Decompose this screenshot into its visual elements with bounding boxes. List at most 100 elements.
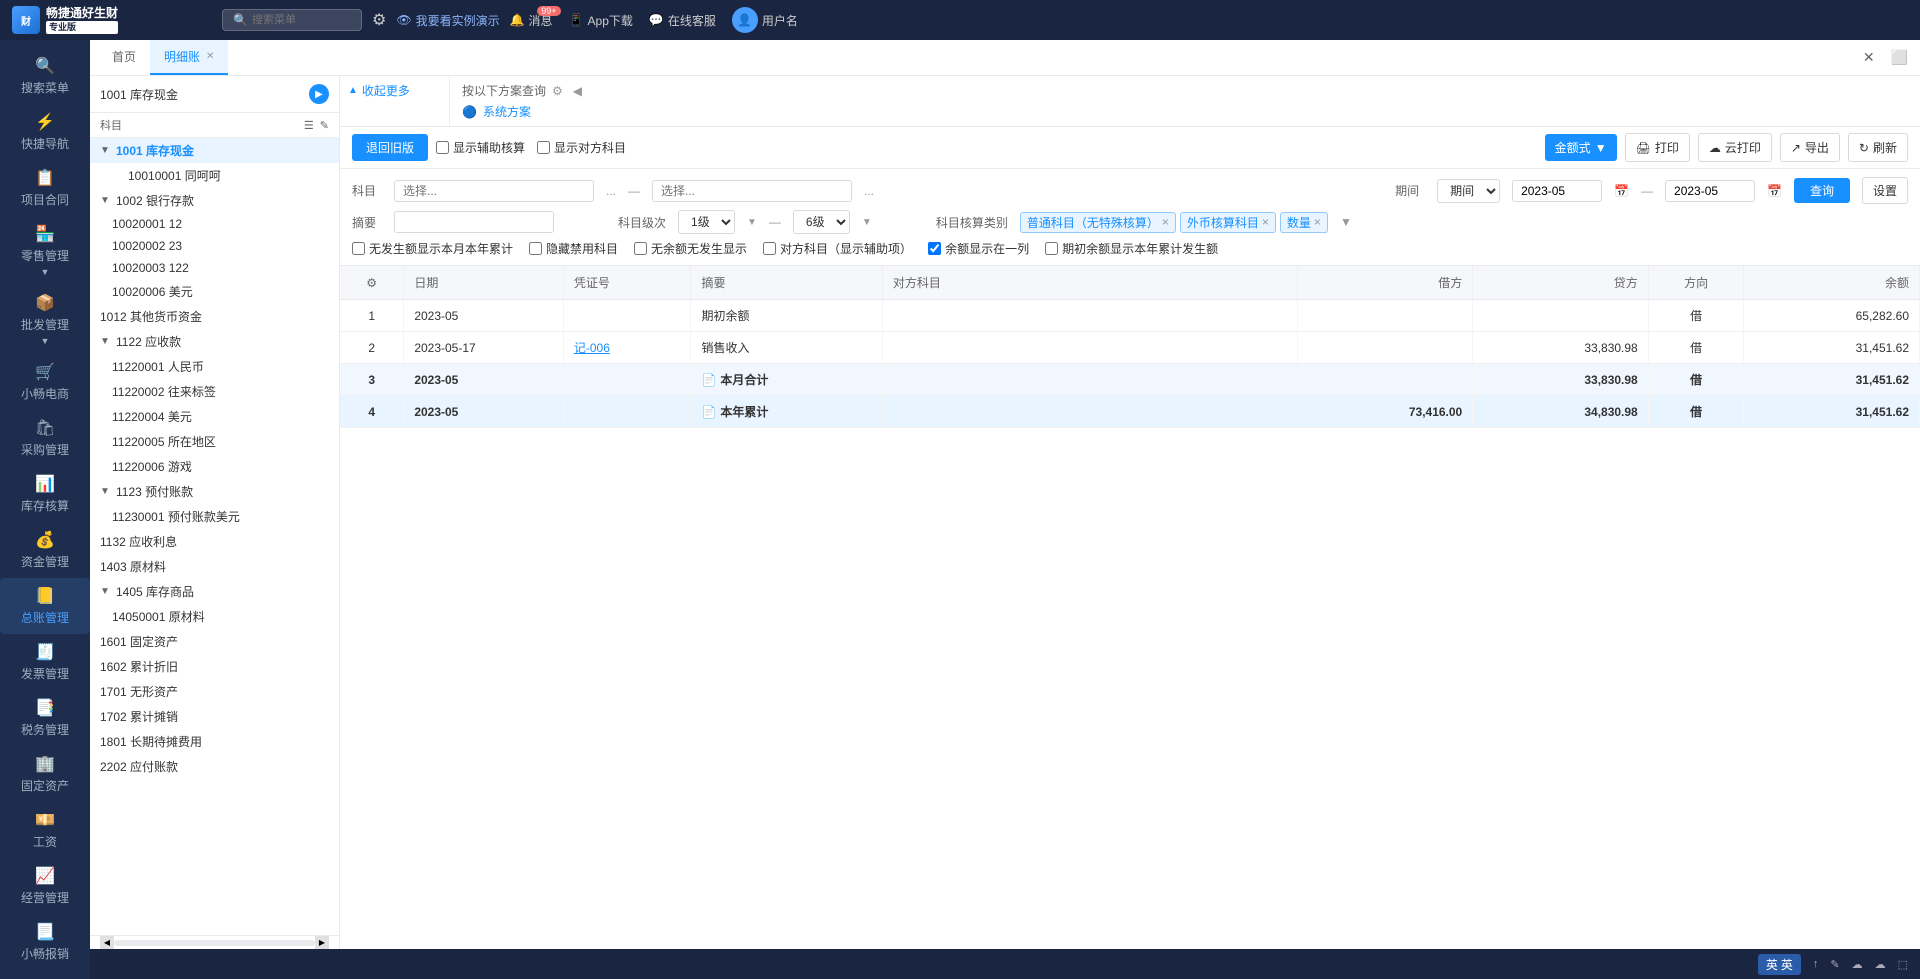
tree-toggle-1002[interactable]: ▼ [100,195,112,206]
account-tree[interactable]: ▼ 1001 库存现金 10010001 同呵呵 ▼ 1002 银行存款 100… [90,138,339,935]
sidebar-item-sales-report[interactable]: 📃 小畅报销 [0,914,90,970]
show-aux-checkbox[interactable]: 显示辅助核算 [436,139,525,156]
show-counterpart-checkbox[interactable]: 显示对方科目 [537,139,626,156]
tree-node-10010001[interactable]: 10010001 同呵呵 [90,163,339,188]
scroll-left-btn[interactable]: ◀ [100,936,114,950]
status-cloud-icon2[interactable]: ☁ [1875,958,1886,971]
online-service-btn[interactable]: 💬 在线客服 [649,12,716,29]
sidebar-item-basic-info[interactable]: ℹ 基础信息 [0,970,90,979]
status-grid-icon[interactable]: ⬚ [1898,958,1908,971]
status-edit-icon[interactable]: ✎ [1830,958,1839,971]
status-cloud-icon1[interactable]: ☁ [1852,958,1863,971]
tree-node-1801[interactable]: 1801 长期待摊费用 [90,729,339,754]
scroll-right-btn[interactable]: ▶ [315,936,329,950]
top-search-box[interactable]: 🔍 [222,9,362,31]
tree-node-2202[interactable]: 2202 应付账款 [90,754,339,779]
calendar-start-icon[interactable]: 📅 [1614,184,1629,198]
cb1-input[interactable] [352,242,365,255]
filter-arrow-icon[interactable]: ◀ [573,84,582,98]
cb5-label[interactable]: 余额显示在一列 [928,240,1029,257]
sidebar-item-operations[interactable]: 📈 经营管理 [0,858,90,914]
tree-scroll-bar[interactable]: ◀ ▶ [90,935,339,949]
tree-node-14050001[interactable]: 14050001 原材料 [90,604,339,629]
tree-node-1702[interactable]: 1702 累计摊销 [90,704,339,729]
tree-node-1002[interactable]: ▼ 1002 银行存款 [90,188,339,213]
scheme-settings-icon[interactable]: ⚙ [552,84,563,98]
scheme-name[interactable]: 系统方案 [483,103,531,120]
row2-voucher[interactable]: 记-006 [563,332,691,364]
voucher-link[interactable]: 记-006 [574,341,610,355]
user-profile-btn[interactable]: 👤 用户名 [732,7,798,33]
tree-node-1001[interactable]: ▼ 1001 库存现金 [90,138,339,163]
tab-detail[interactable]: 明细账 ✕ [150,40,228,75]
sidebar-item-ledger[interactable]: 📒 总账管理 [0,578,90,634]
sidebar-item-capital[interactable]: 💰 资金管理 [0,522,90,578]
grid-icon[interactable]: ☰ [304,119,314,132]
cb6-label[interactable]: 期初余额显示本年累计发生额 [1045,240,1218,257]
print-btn[interactable]: 🖨 打印 [1625,133,1690,162]
tree-toggle-1123[interactable]: ▼ [100,486,112,497]
cb4-input[interactable] [763,242,776,255]
tree-node-10020003[interactable]: 10020003 122 [90,257,339,279]
tab-close-window-btn[interactable]: ✕ [1859,45,1879,70]
tab-close-icon[interactable]: ✕ [206,51,214,62]
amount-format-btn[interactable]: 金额式 ▼ [1545,134,1617,161]
lang-switch-btn[interactable]: 英 英 [1758,954,1801,975]
settings-gear-table-icon[interactable]: ⚙ [366,276,377,290]
tree-node-11230001[interactable]: 11230001 预付账款美元 [90,504,339,529]
cb6-input[interactable] [1045,242,1058,255]
status-upload-icon[interactable]: ↑ [1813,958,1819,970]
sidebar-item-quick-nav[interactable]: ⚡ 快捷导航 [0,104,90,160]
back-old-version-btn[interactable]: 退回旧版 [352,134,428,161]
app-download-btn[interactable]: 📱 App下载 [569,12,633,29]
show-counterpart-input[interactable] [537,141,550,154]
tree-node-10020001[interactable]: 10020001 12 [90,213,339,235]
account-nav-btn[interactable]: ▶ [309,84,329,104]
period-start-input[interactable] [1512,180,1602,202]
sidebar-item-purchase[interactable]: 🛍 采购管理 [0,410,90,466]
sidebar-item-inventory[interactable]: 📊 库存核算 [0,466,90,522]
tree-node-11220001[interactable]: 11220001 人民币 [90,354,339,379]
cloud-print-btn[interactable]: ☁ 云打印 [1698,133,1772,162]
period-end-input[interactable] [1665,180,1755,202]
tree-node-1701[interactable]: 1701 无形资产 [90,679,339,704]
sidebar-item-project[interactable]: 📋 项目合同 [0,160,90,216]
cb3-input[interactable] [634,242,647,255]
settings-btn[interactable]: 设置 [1862,177,1908,204]
cb4-label[interactable]: 对方科目（显示辅助项） [763,240,912,257]
tree-toggle-1001[interactable]: ▼ [100,145,112,156]
filter-expand-btn[interactable]: 收起更多 [362,82,410,99]
notification-btn[interactable]: 🔔 消息 99+ [510,12,553,29]
cb5-input[interactable] [928,242,941,255]
tab-maximize-btn[interactable]: ⬜ [1887,45,1912,70]
edit-icon[interactable]: ✎ [320,119,329,132]
tag-close-0[interactable]: × [1162,215,1169,229]
level-from-select[interactable]: 1级 [678,210,735,234]
tree-toggle-1405[interactable]: ▼ [100,586,112,597]
tag-close-2[interactable]: × [1314,215,1321,229]
demo-link[interactable]: 👁 我要看实例演示 [396,12,499,29]
tree-node-1403[interactable]: 1403 原材料 [90,554,339,579]
cb2-input[interactable] [529,242,542,255]
show-aux-input[interactable] [436,141,449,154]
cb1-label[interactable]: 无发生额显示本月本年累计 [352,240,513,257]
settings-gear-icon[interactable]: ⚙ [372,10,386,30]
tree-node-11220006[interactable]: 11220006 游戏 [90,454,339,479]
category-dropdown-icon[interactable]: ▼ [1340,215,1352,229]
summary-input[interactable] [394,211,554,233]
tree-node-1122[interactable]: ▼ 1122 应收款 [90,329,339,354]
sidebar-item-assets[interactable]: 🏢 固定资产 [0,746,90,802]
tab-home[interactable]: 首页 [98,40,150,75]
sidebar-item-retail[interactable]: 🏪 零售管理 ▼ [0,216,90,285]
sidebar-item-tax[interactable]: 📑 税务管理 [0,690,90,746]
subject-input[interactable] [394,180,594,202]
query-btn[interactable]: 查询 [1794,178,1850,203]
top-search-input[interactable] [252,14,351,26]
level-to-select[interactable]: 6级 [793,210,850,234]
tree-node-1601[interactable]: 1601 固定资产 [90,629,339,654]
refresh-btn[interactable]: ↻ 刷新 [1848,133,1908,162]
tree-node-1123[interactable]: ▼ 1123 预付账款 [90,479,339,504]
tree-node-10020006[interactable]: 10020006 美元 [90,279,339,304]
sidebar-item-invoice[interactable]: 🧾 发票管理 [0,634,90,690]
tree-node-11220005[interactable]: 11220005 所在地区 [90,429,339,454]
